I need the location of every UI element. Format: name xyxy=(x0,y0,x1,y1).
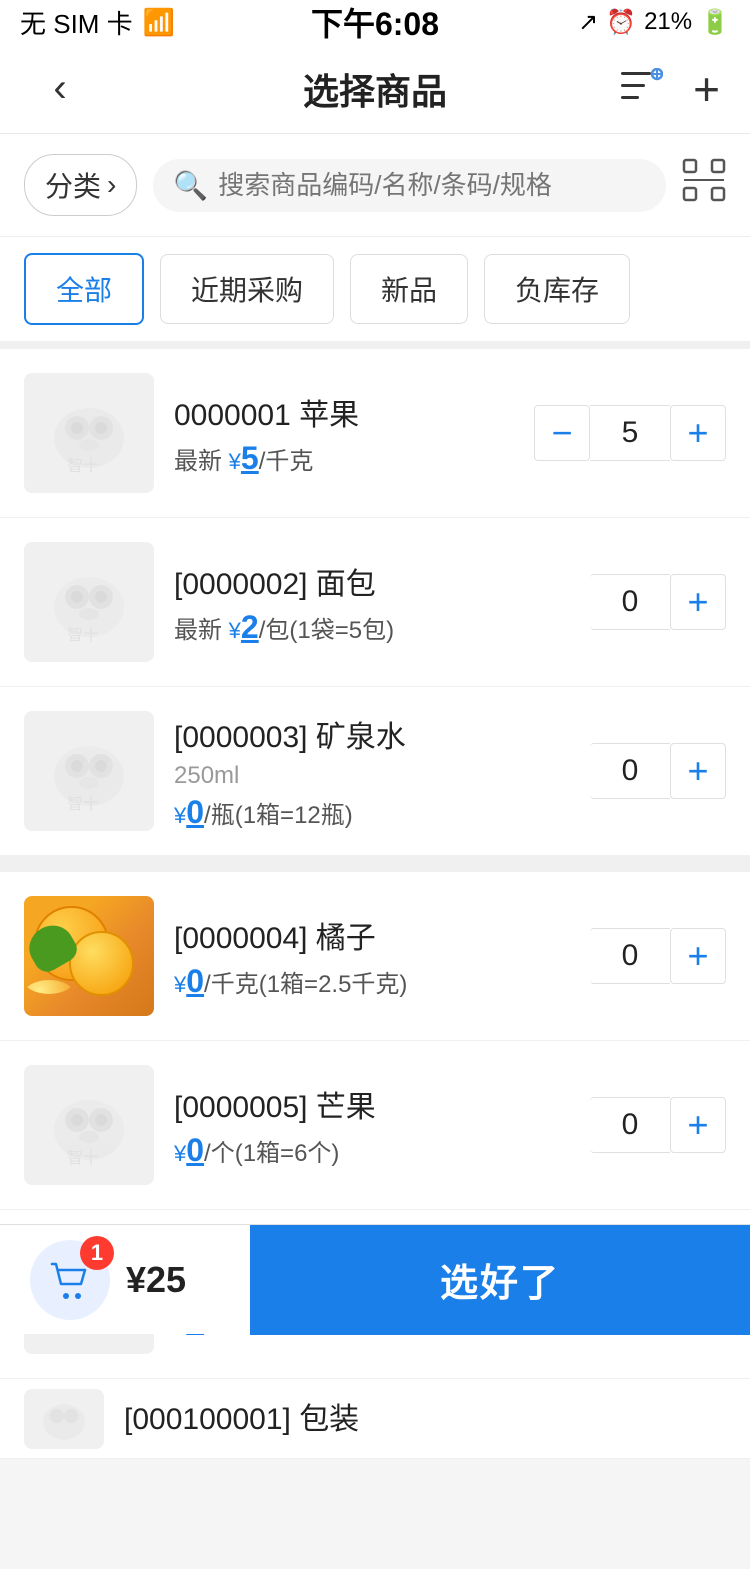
back-icon: ‹ xyxy=(53,66,66,111)
product-info-partial: [000100001] 包装 xyxy=(124,1394,726,1444)
bottom-spacer xyxy=(0,1459,750,1569)
category-label: 分类 xyxy=(45,165,101,205)
status-carrier: 无 SIM 卡 📶 xyxy=(20,4,175,41)
category-arrow: › xyxy=(107,169,116,201)
page-title: 选择商品 xyxy=(303,63,447,115)
status-bar: 无 SIM 卡 📶 下午6:08 ↗ ⏰ 21% 🔋 xyxy=(0,0,750,44)
cart-total: ¥25 xyxy=(126,1259,186,1301)
search-input[interactable] xyxy=(218,170,646,201)
svg-text:智十: 智十 xyxy=(67,795,99,813)
list-item: 智十 [0000003] 矿泉水 250ml ¥0/瓶(1箱=12瓶) + xyxy=(0,687,750,856)
qty-input-3[interactable] xyxy=(590,743,670,799)
qty-input-4[interactable] xyxy=(590,928,670,984)
battery-icon: 🔋 xyxy=(700,8,730,37)
search-icon: 🔍 xyxy=(173,169,208,202)
cart-icon-wrap[interactable]: 1 xyxy=(30,1240,110,1320)
product-name-4: [0000004] 橘子 xyxy=(174,913,570,957)
carrier-text: 无 SIM 卡 xyxy=(20,4,133,41)
qty-plus-button-1[interactable]: + xyxy=(670,405,726,461)
nav-actions: + xyxy=(621,66,720,112)
status-time: 下午6:08 xyxy=(311,0,439,45)
product-info-2: [0000002] 面包 最新 ¥2/包(1袋=5包) xyxy=(174,559,570,646)
product-price-5: ¥0/个(1箱=6个) xyxy=(174,1132,570,1169)
back-button[interactable]: ‹ xyxy=(30,59,90,119)
product-info-4: [0000004] 橘子 ¥0/千克(1箱=2.5千克) xyxy=(174,913,570,1000)
list-item-partial: [000100001] 包装 xyxy=(0,1379,750,1459)
qty-control-4: + xyxy=(590,928,726,984)
category-button[interactable]: 分类 › xyxy=(24,154,137,216)
qty-input-1[interactable] xyxy=(590,405,670,461)
tab-all[interactable]: 全部 xyxy=(24,253,144,325)
wifi-icon: 📶 xyxy=(143,7,175,38)
product-image-4 xyxy=(24,896,154,1016)
product-image-3: 智十 xyxy=(24,711,154,831)
filter-icon[interactable] xyxy=(621,68,663,109)
product-info-1: 0000001 苹果 最新 ¥5/千克 xyxy=(174,390,514,477)
battery-text: 21% xyxy=(644,8,692,36)
qty-control-5: + xyxy=(590,1097,726,1153)
product-info-5: [0000005] 芒果 ¥0/个(1箱=6个) xyxy=(174,1082,570,1169)
svg-text:智十: 智十 xyxy=(67,626,99,644)
status-right: ↗ ⏰ 21% 🔋 xyxy=(578,8,730,37)
alarm-icon: ⏰ xyxy=(606,8,636,37)
list-item: 智十 [0000005] 芒果 ¥0/个(1箱=6个) + xyxy=(0,1041,750,1210)
cart-section: 1 ¥25 xyxy=(0,1240,250,1320)
search-row: 分类 › 🔍 xyxy=(0,134,750,237)
qty-plus-button-3[interactable]: + xyxy=(670,743,726,799)
qty-input-2[interactable] xyxy=(590,574,670,630)
confirm-button[interactable]: 选好了 xyxy=(250,1225,750,1335)
section-divider xyxy=(0,856,750,872)
nav-bar: ‹ 选择商品 + xyxy=(0,44,750,134)
product-name-partial: [000100001] 包装 xyxy=(124,1394,726,1438)
tab-new[interactable]: 新品 xyxy=(350,254,468,324)
qty-minus-button-1[interactable]: − xyxy=(534,405,590,461)
product-info-3: [0000003] 矿泉水 250ml ¥0/瓶(1箱=12瓶) xyxy=(174,712,570,831)
product-spec-3: 250ml xyxy=(174,762,570,790)
product-name-3: [0000003] 矿泉水 xyxy=(174,712,570,756)
product-image-1: 智十 xyxy=(24,373,154,493)
product-image-5: 智十 xyxy=(24,1065,154,1185)
product-price-3: ¥0/瓶(1箱=12瓶) xyxy=(174,794,570,831)
product-image-2: 智十 xyxy=(24,542,154,662)
qty-control-3: + xyxy=(590,743,726,799)
filter-tabs: 全部 近期采购 新品 负库存 xyxy=(0,237,750,349)
product-name-5: [0000005] 芒果 xyxy=(174,1082,570,1126)
tab-negative-stock[interactable]: 负库存 xyxy=(484,254,630,324)
search-input-wrap: 🔍 xyxy=(153,159,666,212)
qty-plus-button-5[interactable]: + xyxy=(670,1097,726,1153)
product-name-2: [0000002] 面包 xyxy=(174,559,570,603)
add-button[interactable]: + xyxy=(693,66,720,112)
product-price-2: 最新 ¥2/包(1袋=5包) xyxy=(174,609,570,646)
list-item: 智十 [0000002] 面包 最新 ¥2/包(1袋=5包) + xyxy=(0,518,750,687)
tab-recent[interactable]: 近期采购 xyxy=(160,254,334,324)
product-list: 智十 0000001 苹果 最新 ¥5/千克 − + xyxy=(0,349,750,1569)
qty-input-5[interactable] xyxy=(590,1097,670,1153)
qty-control-2: + xyxy=(590,574,726,630)
scan-icon[interactable] xyxy=(682,158,726,212)
list-item: [0000004] 橘子 ¥0/千克(1箱=2.5千克) + xyxy=(0,872,750,1041)
location-icon: ↗ xyxy=(578,8,598,37)
product-name-1: 0000001 苹果 xyxy=(174,390,514,434)
product-price-4: ¥0/千克(1箱=2.5千克) xyxy=(174,963,570,1000)
svg-text:智十: 智十 xyxy=(67,457,99,475)
cart-badge: 1 xyxy=(80,1236,114,1270)
product-price-1: 最新 ¥5/千克 xyxy=(174,440,514,477)
qty-plus-button-4[interactable]: + xyxy=(670,928,726,984)
list-item: 智十 0000001 苹果 最新 ¥5/千克 − + xyxy=(0,349,750,518)
qty-control-1: − + xyxy=(534,405,726,461)
product-image-partial xyxy=(24,1389,104,1449)
qty-plus-button-2[interactable]: + xyxy=(670,574,726,630)
bottom-bar: 1 ¥25 选好了 xyxy=(0,1224,750,1334)
svg-text:智十: 智十 xyxy=(67,1149,99,1167)
